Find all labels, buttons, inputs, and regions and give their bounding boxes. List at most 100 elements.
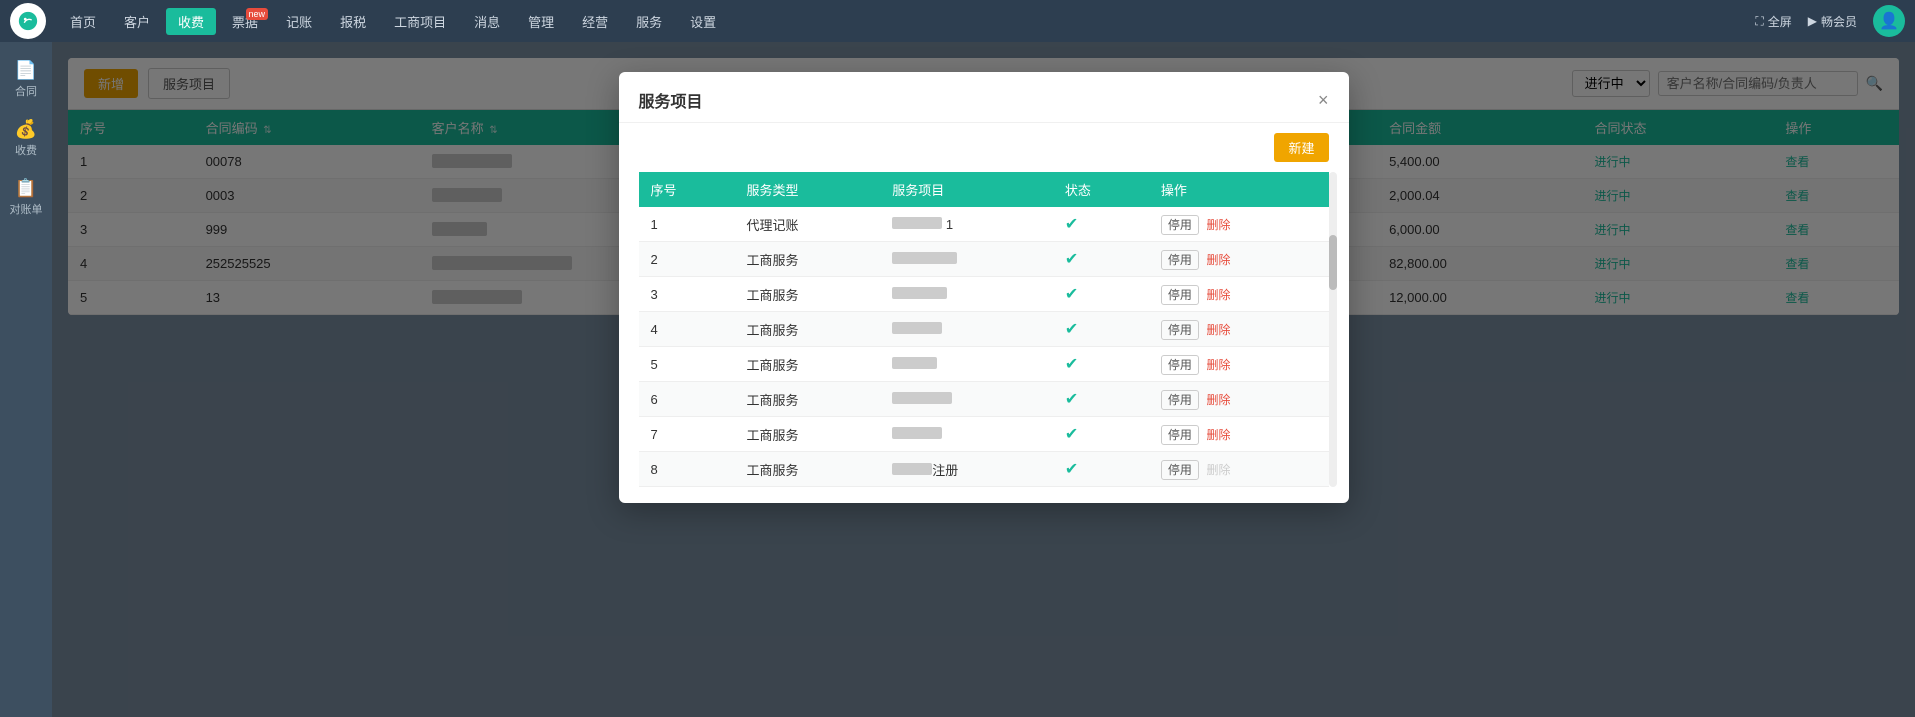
contract-icon: 📄 xyxy=(15,60,37,81)
fullscreen-icon: ⛶ xyxy=(1755,14,1763,29)
mcell-action: 停用 删除 xyxy=(1149,277,1329,312)
sidebar-item-fee[interactable]: 💰 收费 xyxy=(2,111,50,166)
mcell-item xyxy=(880,347,1053,382)
modal-table-row: 6 工商服务 ✔ 停用 删除 xyxy=(639,382,1329,417)
mcell-seq: 5 xyxy=(639,347,735,382)
statement-icon: 📋 xyxy=(15,178,37,199)
delete-button[interactable]: 删除 xyxy=(1206,358,1230,372)
mcell-action: 停用 删除 xyxy=(1149,312,1329,347)
fee-icon: 💰 xyxy=(15,119,37,140)
delete-button[interactable]: 删除 xyxy=(1206,253,1230,267)
service-items-table: 序号 服务类型 服务项目 状态 操作 1 代理记账 1 xyxy=(639,172,1329,487)
mcell-seq: 2 xyxy=(639,242,735,277)
modal-new-button[interactable]: 新建 xyxy=(1274,133,1328,162)
mcell-item xyxy=(880,382,1053,417)
nav-message[interactable]: 消息 xyxy=(462,8,512,35)
nav-manage[interactable]: 管理 xyxy=(516,8,566,35)
nav-business[interactable]: 工商项目 xyxy=(382,8,458,35)
stop-button[interactable]: 停用 xyxy=(1161,250,1199,270)
stop-button[interactable]: 停用 xyxy=(1161,320,1199,340)
mcell-item xyxy=(880,277,1053,312)
delete-button[interactable]: 删除 xyxy=(1206,288,1230,302)
mcell-status: ✔ xyxy=(1053,242,1149,277)
mcell-action: 停用 删除 xyxy=(1149,452,1329,487)
member-tool[interactable]: ▶ 畅会员 xyxy=(1808,13,1857,30)
nav-tax[interactable]: 报税 xyxy=(328,8,378,35)
modal-table-header: 序号 服务类型 服务项目 状态 操作 xyxy=(639,172,1329,207)
nav-settings[interactable]: 设置 xyxy=(678,8,728,35)
nav-operation[interactable]: 经营 xyxy=(570,8,620,35)
modal-table-row: 5 工商服务 ✔ 停用 删除 xyxy=(639,347,1329,382)
nav-invoice[interactable]: 票据 new xyxy=(220,8,270,35)
mcol-action: 操作 xyxy=(1149,172,1329,207)
modal-close-button[interactable]: × xyxy=(1318,91,1329,109)
active-status-icon: ✔ xyxy=(1065,251,1078,268)
mcol-status: 状态 xyxy=(1053,172,1149,207)
member-label: 畅会员 xyxy=(1821,13,1857,30)
active-status-icon: ✔ xyxy=(1065,426,1078,443)
blurred-item xyxy=(892,217,942,229)
mcell-type: 工商服务 xyxy=(734,312,880,347)
stop-button[interactable]: 停用 xyxy=(1161,355,1199,375)
mcell-type: 工商服务 xyxy=(734,382,880,417)
mcell-item xyxy=(880,312,1053,347)
app-logo[interactable] xyxy=(10,3,46,39)
mcell-type: 代理记账 xyxy=(734,207,880,242)
delete-button[interactable]: 删除 xyxy=(1206,393,1230,407)
delete-button[interactable]: 删除 xyxy=(1206,323,1230,337)
delete-button[interactable]: 删除 xyxy=(1206,218,1230,232)
mcell-type: 工商服务 xyxy=(734,417,880,452)
mcell-seq: 4 xyxy=(639,312,735,347)
mcell-action: 停用 删除 xyxy=(1149,417,1329,452)
sidebar-item-contract[interactable]: 📄 合同 xyxy=(2,52,50,107)
scrollbar-thumb[interactable] xyxy=(1329,235,1337,290)
active-status-icon: ✔ xyxy=(1065,356,1078,373)
stop-button[interactable]: 停用 xyxy=(1161,285,1199,305)
mcell-item xyxy=(880,417,1053,452)
mcell-item: 1 xyxy=(880,207,1053,242)
nav-customer[interactable]: 客户 xyxy=(112,8,162,35)
mcell-status: ✔ xyxy=(1053,417,1149,452)
modal-content: 序号 服务类型 服务项目 状态 操作 1 代理记账 1 xyxy=(619,172,1349,503)
stop-button[interactable]: 停用 xyxy=(1161,425,1199,445)
mcol-item: 服务项目 xyxy=(880,172,1053,207)
nav-bookkeep[interactable]: 记账 xyxy=(274,8,324,35)
blurred-item xyxy=(892,252,957,264)
mcol-type: 服务类型 xyxy=(734,172,880,207)
mcell-status: ✔ xyxy=(1053,207,1149,242)
stop-button[interactable]: 停用 xyxy=(1161,215,1199,235)
delete-button[interactable]: 删除 xyxy=(1206,428,1230,442)
nav-items: 首页 客户 收费 票据 new 记账 报税 工商项目 消息 管理 经营 服务 设… xyxy=(58,8,1755,35)
avatar[interactable]: 👤 xyxy=(1873,5,1905,37)
mcell-type: 工商服务 xyxy=(734,277,880,312)
stop-button[interactable]: 停用 xyxy=(1161,460,1199,480)
nav-fee[interactable]: 收费 xyxy=(166,8,216,35)
modal-overlay: 服务项目 × 新建 序号 服务类型 服务项目 状态 操作 xyxy=(52,42,1915,717)
stop-button[interactable]: 停用 xyxy=(1161,390,1199,410)
mcell-item: 注册 xyxy=(880,452,1053,487)
blurred-item xyxy=(892,322,942,334)
nav-service[interactable]: 服务 xyxy=(624,8,674,35)
active-status-icon: ✔ xyxy=(1065,286,1078,303)
main-area: 新增 服务项目 进行中 已完成 已终止 🔍 序号 合同编码 ⇅ 客户名称 ⇅ 服… xyxy=(52,42,1915,717)
scrollbar-track[interactable] xyxy=(1329,172,1337,487)
mcell-seq: 6 xyxy=(639,382,735,417)
sidebar-item-statement[interactable]: 📋 对账单 xyxy=(2,170,50,225)
mcell-seq: 1 xyxy=(639,207,735,242)
blurred-item xyxy=(892,357,937,369)
nav-home[interactable]: 首页 xyxy=(58,8,108,35)
modal-table-row: 4 工商服务 ✔ 停用 删除 xyxy=(639,312,1329,347)
mcell-action: 停用 删除 xyxy=(1149,207,1329,242)
mcell-seq: 3 xyxy=(639,277,735,312)
mcell-item xyxy=(880,242,1053,277)
delete-button[interactable]: 删除 xyxy=(1206,463,1230,477)
modal-header: 服务项目 × xyxy=(619,72,1349,123)
mcell-type: 工商服务 xyxy=(734,452,880,487)
sidebar-fee-label: 收费 xyxy=(15,142,37,158)
fullscreen-tool[interactable]: ⛶ 全屏 xyxy=(1755,13,1791,30)
fullscreen-label: 全屏 xyxy=(1768,13,1792,30)
mcell-status: ✔ xyxy=(1053,347,1149,382)
member-icon: ▶ xyxy=(1808,14,1817,28)
avatar-icon: 👤 xyxy=(1879,11,1899,31)
active-status-icon: ✔ xyxy=(1065,391,1078,408)
